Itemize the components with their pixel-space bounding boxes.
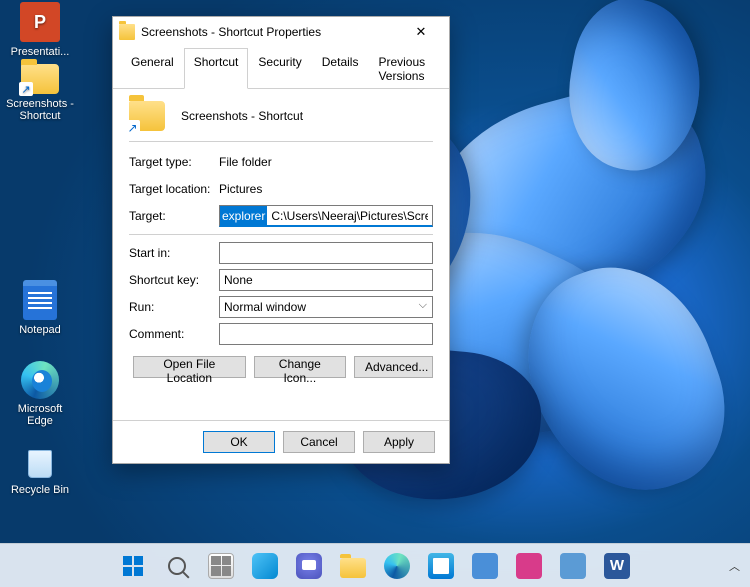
value-target-type: File folder — [219, 155, 433, 169]
shortcut-key-field[interactable] — [219, 269, 433, 291]
window-title: Screenshots - Shortcut Properties — [141, 25, 399, 39]
edge-icon — [21, 361, 59, 399]
item-name: Screenshots - Shortcut — [181, 109, 303, 123]
task-view-button[interactable] — [202, 547, 240, 585]
search-button[interactable] — [158, 547, 196, 585]
chat-button[interactable] — [290, 547, 328, 585]
recycle-bin-icon — [20, 440, 60, 480]
comment-field[interactable] — [219, 323, 433, 345]
desktop-icon-label: Microsoft Edge — [4, 403, 76, 427]
value-target-location: Pictures — [219, 182, 433, 196]
taskbar-app-button[interactable] — [554, 547, 592, 585]
open-file-location-button[interactable]: Open File Location — [133, 356, 246, 378]
close-icon: ✕ — [416, 24, 427, 40]
word-icon: W — [604, 553, 630, 579]
label-shortcut-key: Shortcut key: — [129, 273, 219, 287]
chat-icon — [296, 553, 322, 579]
desktop-icon-edge[interactable]: Microsoft Edge — [4, 360, 76, 427]
notepad-icon — [23, 280, 57, 320]
label-target-type: Target type: — [129, 155, 219, 169]
desktop-icon-label: Notepad — [4, 324, 76, 336]
app-icon — [472, 553, 498, 579]
desktop[interactable]: P Presentati... ↗ Screenshots - Shortcut… — [0, 0, 750, 587]
start-in-field[interactable] — [219, 242, 433, 264]
edge-icon — [384, 553, 410, 579]
titlebar[interactable]: Screenshots - Shortcut Properties ✕ — [113, 17, 449, 47]
taskbar: W ︿ — [0, 543, 750, 587]
desktop-icon-label: Presentati... — [4, 46, 76, 58]
app-icon — [560, 553, 586, 579]
desktop-icon-screenshots-shortcut[interactable]: ↗ Screenshots - Shortcut — [4, 58, 76, 122]
advanced-button[interactable]: Advanced... — [354, 356, 433, 378]
store-button[interactable] — [422, 547, 460, 585]
target-selection: explorer — [220, 206, 267, 226]
task-view-icon — [208, 553, 234, 579]
desktop-icon-notepad[interactable]: Notepad — [4, 280, 76, 336]
label-target-location: Target location: — [129, 182, 219, 196]
file-explorer-button[interactable] — [334, 547, 372, 585]
edge-button[interactable] — [378, 547, 416, 585]
chevron-up-icon[interactable]: ︿ — [729, 558, 740, 574]
label-start-in: Start in: — [129, 246, 219, 260]
desktop-icon-label: Screenshots - Shortcut — [4, 98, 76, 122]
tab-security[interactable]: Security — [248, 48, 311, 89]
desktop-icon-recycle-bin[interactable]: Recycle Bin — [4, 440, 76, 496]
desktop-icon-label: Recycle Bin — [4, 484, 76, 496]
taskbar-app-button[interactable] — [466, 547, 504, 585]
store-icon — [428, 553, 454, 579]
shortcut-overlay-icon: ↗ — [125, 120, 140, 135]
change-icon-button[interactable]: Change Icon... — [254, 356, 346, 378]
cancel-button[interactable]: Cancel — [283, 431, 355, 453]
folder-icon — [119, 24, 135, 40]
tab-strip: General Shortcut Security Details Previo… — [113, 47, 449, 89]
label-comment: Comment: — [129, 327, 219, 341]
shortcut-overlay-icon: ↗ — [19, 82, 33, 96]
windows-icon — [123, 556, 143, 576]
app-icon — [516, 553, 542, 579]
folder-icon — [340, 558, 366, 578]
tab-details[interactable]: Details — [312, 48, 369, 89]
close-button[interactable]: ✕ — [399, 18, 443, 46]
dialog-footer: OK Cancel Apply — [113, 420, 449, 463]
dialog-body: ↗ Screenshots - Shortcut Target type: Fi… — [113, 89, 449, 420]
widgets-icon — [252, 553, 278, 579]
widgets-button[interactable] — [246, 547, 284, 585]
tab-general[interactable]: General — [121, 48, 184, 89]
system-tray[interactable]: ︿ — [729, 558, 740, 574]
run-select[interactable]: Normal window — [219, 296, 433, 318]
ok-button[interactable]: OK — [203, 431, 275, 453]
start-button[interactable] — [114, 547, 152, 585]
folder-icon: ↗ — [21, 64, 59, 94]
label-run: Run: — [129, 300, 219, 314]
powerpoint-icon: P — [20, 2, 60, 42]
tab-shortcut[interactable]: Shortcut — [184, 48, 249, 89]
tab-previous-versions[interactable]: Previous Versions — [368, 48, 441, 89]
taskbar-app-button[interactable] — [510, 547, 548, 585]
apply-button[interactable]: Apply — [363, 431, 435, 453]
folder-icon: ↗ — [129, 101, 165, 131]
search-icon — [168, 557, 186, 575]
properties-dialog: Screenshots - Shortcut Properties ✕ Gene… — [112, 16, 450, 464]
word-button[interactable]: W — [598, 547, 636, 585]
label-target: Target: — [129, 209, 219, 223]
desktop-icon-presentation[interactable]: P Presentati... — [4, 2, 76, 58]
